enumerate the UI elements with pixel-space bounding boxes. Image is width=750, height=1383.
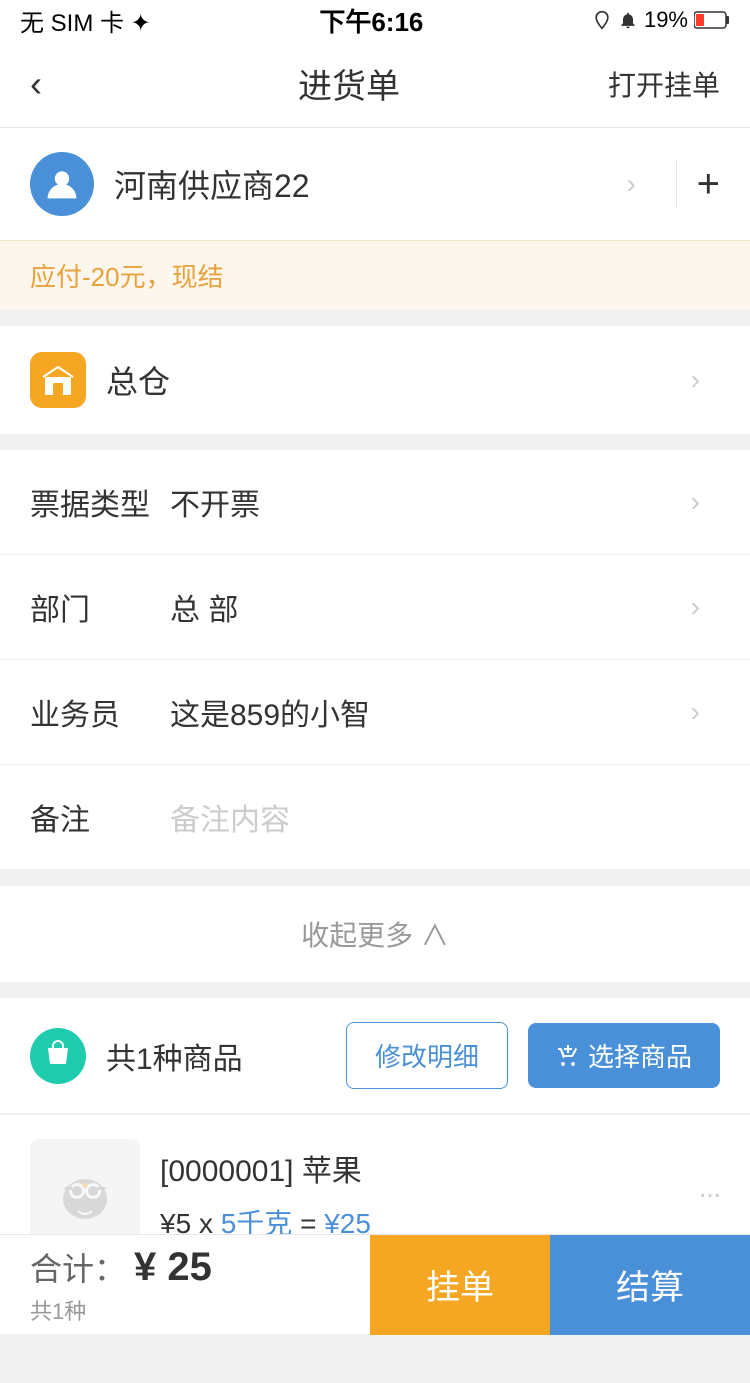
- vertical-divider: [676, 159, 677, 209]
- invoice-type-label: 票据类型: [30, 480, 160, 524]
- salesperson-chevron-icon: ›: [691, 696, 700, 728]
- total-amount: ¥ 25: [134, 1245, 212, 1290]
- battery-icon: [694, 11, 730, 29]
- supplier-row[interactable]: 河南供应商22 › +: [0, 128, 750, 240]
- page-title: 进货单: [298, 59, 400, 108]
- checkout-button[interactable]: 结算: [550, 1235, 750, 1335]
- product-name: [0000001] 苹果: [160, 1146, 678, 1190]
- status-right: 19%: [592, 7, 730, 33]
- owl-logo-icon: [50, 1159, 120, 1229]
- products-count-label: 共1种商品: [106, 1034, 326, 1078]
- cart-plus-icon: [556, 1044, 580, 1068]
- product-thumbnail: [30, 1139, 140, 1249]
- footer: 合计： ¥ 25 共1种 挂单 结算: [0, 1234, 750, 1334]
- status-bar: 无 SIM 卡 ✦ 下午6:16 19%: [0, 0, 750, 40]
- product-code: [0000001]: [160, 1155, 293, 1188]
- invoice-type-row[interactable]: 票据类型 不开票 ›: [0, 450, 750, 555]
- department-chevron-icon: ›: [691, 591, 700, 623]
- payment-info-banner: 应付-20元，现结: [0, 240, 750, 310]
- department-value: 总 部: [160, 585, 691, 629]
- products-header: 共1种商品 修改明细 选择商品: [0, 998, 750, 1113]
- supplier-avatar: [30, 152, 94, 216]
- store-icon: [41, 363, 75, 397]
- shopping-bag-icon: [42, 1040, 74, 1072]
- collapse-toggle-button[interactable]: 收起更多 ∧: [0, 885, 750, 982]
- remark-row[interactable]: 备注 备注内容: [0, 765, 750, 869]
- status-time: 下午6:16: [319, 2, 423, 39]
- edit-detail-button[interactable]: 修改明细: [346, 1022, 508, 1089]
- open-pending-button[interactable]: 打开挂单: [608, 64, 720, 104]
- warehouse-row[interactable]: 总仓 ›: [0, 326, 750, 434]
- supplier-chevron-icon: ›: [626, 168, 635, 200]
- select-product-label: 选择商品: [588, 1037, 692, 1074]
- total-label: 合计：: [30, 1244, 126, 1290]
- product-info: [0000001] 苹果 ¥5 x 5千克 = ¥25: [160, 1146, 678, 1242]
- total-sub: 共1种: [30, 1294, 340, 1326]
- sim-status: 无 SIM 卡 ✦: [20, 3, 151, 38]
- battery-status: 19%: [644, 7, 688, 33]
- department-row[interactable]: 部门 总 部 ›: [0, 555, 750, 660]
- location-icon: [592, 10, 612, 30]
- footer-total: 合计： ¥ 25 共1种: [0, 1244, 370, 1326]
- supplier-name: 河南供应商22: [114, 161, 626, 207]
- salesperson-value: 这是859的小智: [160, 690, 691, 734]
- invoice-chevron-icon: ›: [691, 486, 700, 518]
- warehouse-name: 总仓: [106, 357, 691, 403]
- product-title: 苹果: [302, 1155, 362, 1188]
- salesperson-label: 业务员: [30, 690, 160, 734]
- salesperson-row[interactable]: 业务员 这是859的小智 ›: [0, 660, 750, 765]
- product-more-button[interactable]: ···: [698, 1178, 720, 1210]
- form-section: 票据类型 不开票 › 部门 总 部 › 业务员 这是859的小智 › 备注 备注…: [0, 450, 750, 869]
- person-icon: [44, 166, 80, 202]
- remark-label: 备注: [30, 795, 160, 839]
- supplier-section: 河南供应商22 › + 应付-20元，现结: [0, 128, 750, 310]
- department-label: 部门: [30, 585, 160, 629]
- alarm-icon: [618, 10, 638, 30]
- remark-input[interactable]: 备注内容: [160, 795, 720, 839]
- select-product-button[interactable]: 选择商品: [528, 1023, 720, 1088]
- warehouse-icon: [30, 352, 86, 408]
- hang-order-button[interactable]: 挂单: [370, 1235, 550, 1335]
- invoice-type-value: 不开票: [160, 480, 691, 524]
- status-left: 无 SIM 卡 ✦: [20, 3, 151, 38]
- total-main: 合计： ¥ 25: [30, 1244, 340, 1290]
- products-icon: [30, 1028, 86, 1084]
- nav-bar: ‹ 进货单 打开挂单: [0, 40, 750, 128]
- add-supplier-button[interactable]: +: [697, 162, 720, 207]
- warehouse-section: 总仓 ›: [0, 326, 750, 434]
- back-button[interactable]: ‹: [30, 63, 90, 105]
- warehouse-chevron-icon: ›: [691, 364, 700, 396]
